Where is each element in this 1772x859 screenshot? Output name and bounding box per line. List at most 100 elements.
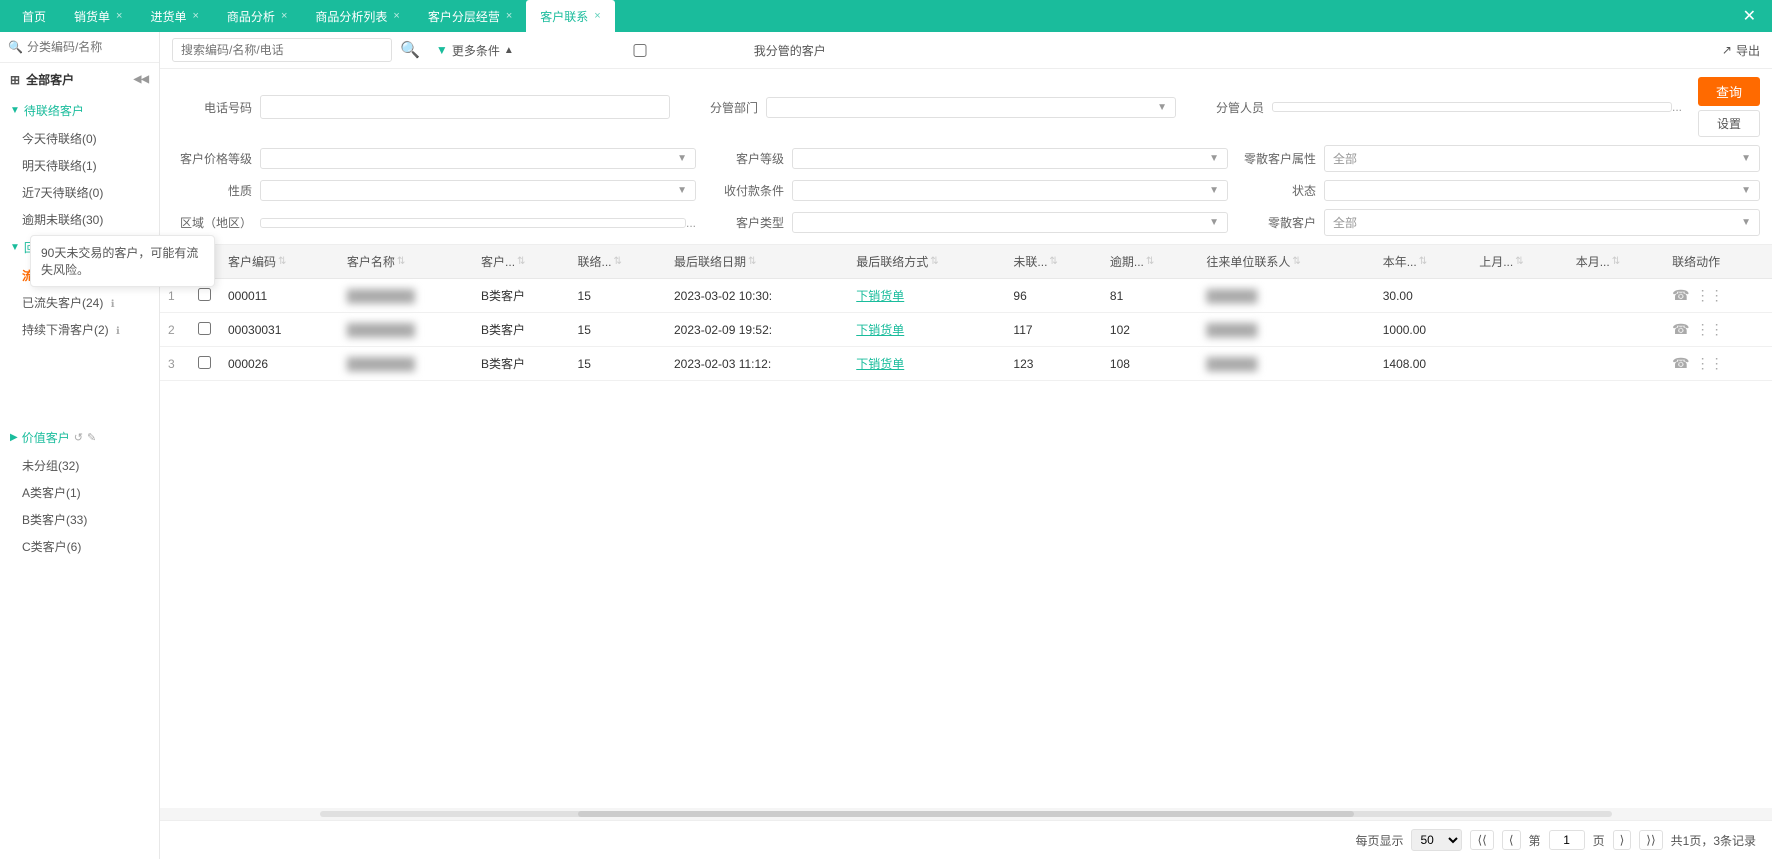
zero-attr-select[interactable]: 全部 ▼ [1324, 145, 1760, 172]
scrollbar-thumb[interactable] [578, 811, 1353, 817]
th-type[interactable]: 客户... ⇅ [473, 245, 569, 279]
area-more-button[interactable]: ... [686, 216, 696, 230]
prev-page-button[interactable]: ⟨ [1502, 830, 1521, 850]
th-uncontact[interactable]: 未联... ⇅ [1005, 245, 1101, 279]
search-button[interactable]: 🔍 [400, 40, 420, 60]
my-customers-checkbox[interactable] [530, 44, 750, 57]
sidebar-item-tomorrow[interactable]: 明天待联络(1) [0, 152, 159, 179]
action-contact-icon[interactable]: ☎ [1672, 355, 1689, 372]
window-close-button[interactable]: ✕ [1735, 6, 1764, 26]
customer-level-select[interactable]: ▼ [792, 148, 1228, 169]
setting-button[interactable]: 设置 [1698, 110, 1760, 137]
nav-sales-order[interactable]: 销货单 × [60, 0, 136, 32]
nav-close-product-list[interactable]: × [393, 10, 399, 22]
row-last-method[interactable]: 下销货单 [848, 347, 1005, 381]
sidebar-item-overdue[interactable]: 逾期未联络(30) [0, 206, 159, 233]
action-more-icon[interactable]: ⋮⋮ [1696, 287, 1724, 304]
th-last-date[interactable]: 最后联络日期 ⇅ [666, 245, 848, 279]
last-page-button[interactable]: ⟩⟩ [1639, 830, 1662, 850]
page-number-input[interactable] [1549, 830, 1585, 850]
th-contact[interactable]: 联络... ⇅ [570, 245, 666, 279]
zero-customer-select[interactable]: 全部 ▼ [1324, 209, 1760, 236]
sidebar-item-7days[interactable]: 近7天待联络(0) [0, 179, 159, 206]
export-button[interactable]: ↗ 导出 [1722, 42, 1760, 59]
nav-product-analysis[interactable]: 商品分析 × [213, 0, 301, 32]
scrollbar-track[interactable] [320, 811, 1612, 817]
row-checkbox-cell[interactable] [190, 347, 220, 381]
th-contact-person[interactable]: 往来单位联系人 ⇅ [1198, 245, 1374, 279]
pagination-bar: 每页显示 50 100 ⟨⟨ ⟨ 第 页 ⟩ ⟩⟩ 共1页，3条记录 [160, 820, 1772, 859]
sidebar-item-declining[interactable]: 持续下滑客户(2) ℹ [0, 316, 159, 343]
th-code[interactable]: 客户编码 ⇅ [220, 245, 339, 279]
nav-close-sales[interactable]: × [116, 10, 122, 22]
filter-status: 状态 ▼ [1236, 180, 1760, 201]
status-arrow-icon: ▼ [1741, 185, 1751, 196]
export-icon: ↗ [1722, 43, 1732, 57]
nav-close-contact[interactable]: × [594, 10, 600, 22]
filter-payment: 收付款条件 ▼ [704, 180, 1228, 201]
filter-icon: ▼ [436, 43, 448, 57]
sort-code-icon: ⇅ [278, 256, 286, 267]
th-last-method[interactable]: 最后联络方式 ⇅ [848, 245, 1005, 279]
filter-gender: 性质 ▼ [172, 180, 696, 201]
th-this-year[interactable]: 本年... ⇅ [1375, 245, 1471, 279]
action-more-icon[interactable]: ⋮⋮ [1696, 321, 1724, 338]
row-uncontact: 123 [1005, 347, 1101, 381]
dept-select[interactable]: ▼ [766, 97, 1176, 118]
row-checkbox[interactable] [198, 322, 211, 335]
search-input[interactable] [172, 38, 392, 62]
nav-customer-contact[interactable]: 客户联系 × [526, 0, 614, 32]
sidebar-item-ungroup[interactable]: 未分组(32) [0, 452, 159, 479]
sidebar-item-b-class[interactable]: B类客户(33) [0, 506, 159, 533]
filter-more-button[interactable]: ... [1672, 100, 1682, 114]
row-last-method[interactable]: 下销货单 [848, 279, 1005, 313]
table-row: 3 000026 ████████ B类客户 15 2023-02-03 11:… [160, 347, 1772, 381]
horizontal-scrollbar[interactable] [160, 808, 1772, 820]
sidebar-item-a-class[interactable]: A类客户(1) [0, 479, 159, 506]
refresh-icon[interactable]: ↺ [74, 431, 83, 444]
action-more-icon[interactable]: ⋮⋮ [1696, 355, 1724, 372]
phone-input[interactable] [260, 95, 670, 119]
sidebar-item-churned[interactable]: 已流失客户(24) ℹ [0, 289, 159, 316]
action-contact-icon[interactable]: ☎ [1672, 287, 1689, 304]
sidebar-all-customers[interactable]: ⊞ 全部客户 ◀◀ [0, 63, 159, 96]
next-page-button[interactable]: ⟩ [1613, 830, 1632, 850]
row-checkbox-cell[interactable] [190, 313, 220, 347]
row-checkbox[interactable] [198, 356, 211, 369]
row-last-method[interactable]: 下销货单 [848, 313, 1005, 347]
nav-close-purchase[interactable]: × [192, 10, 198, 22]
area-select[interactable] [260, 218, 686, 228]
nav-home[interactable]: 首页 [8, 0, 60, 32]
first-page-button[interactable]: ⟨⟨ [1470, 830, 1493, 850]
gender-select[interactable]: ▼ [260, 180, 696, 201]
query-button[interactable]: 查询 [1698, 77, 1760, 106]
sidebar-item-today[interactable]: 今天待联络(0) [0, 125, 159, 152]
th-this-month[interactable]: 本月... ⇅ [1568, 245, 1664, 279]
nav-customer-tier[interactable]: 客户分层经营 × [414, 0, 526, 32]
sidebar-search-input[interactable] [27, 40, 151, 54]
nav-product-list[interactable]: 商品分析列表 × [301, 0, 413, 32]
manager-select[interactable] [1272, 102, 1672, 112]
nav-close-product[interactable]: × [281, 10, 287, 22]
action-contact-icon[interactable]: ☎ [1672, 321, 1689, 338]
filter-phone: 电话号码 [172, 95, 670, 119]
payment-select[interactable]: ▼ [792, 180, 1228, 201]
sidebar-group-value-title[interactable]: ▶ 价值客户 ↺ ✎ [0, 423, 159, 452]
sort-uncontact-icon: ⇅ [1049, 256, 1057, 267]
th-name[interactable]: 客户名称 ⇅ [339, 245, 473, 279]
row-num: 3 [160, 347, 190, 381]
price-level-select[interactable]: ▼ [260, 148, 696, 169]
per-page-select[interactable]: 50 100 [1411, 829, 1462, 851]
sidebar-group-pending-title[interactable]: ▼ 待联络客户 [0, 96, 159, 125]
more-conditions-button[interactable]: ▼ 更多条件 ▲ [428, 42, 522, 59]
row-checkbox[interactable] [198, 288, 211, 301]
my-customers-checkbox-area[interactable]: 我分管的客户 [530, 42, 826, 59]
th-overdue[interactable]: 逾期... ⇅ [1102, 245, 1198, 279]
th-last-month[interactable]: 上月... ⇅ [1471, 245, 1567, 279]
status-select[interactable]: ▼ [1324, 180, 1760, 201]
nav-purchase-order[interactable]: 进货单 × [136, 0, 212, 32]
sidebar-item-c-class[interactable]: C类客户(6) [0, 533, 159, 560]
edit-icon[interactable]: ✎ [87, 431, 96, 444]
customer-type-select[interactable]: ▼ [792, 212, 1228, 233]
nav-close-tier[interactable]: × [506, 10, 512, 22]
